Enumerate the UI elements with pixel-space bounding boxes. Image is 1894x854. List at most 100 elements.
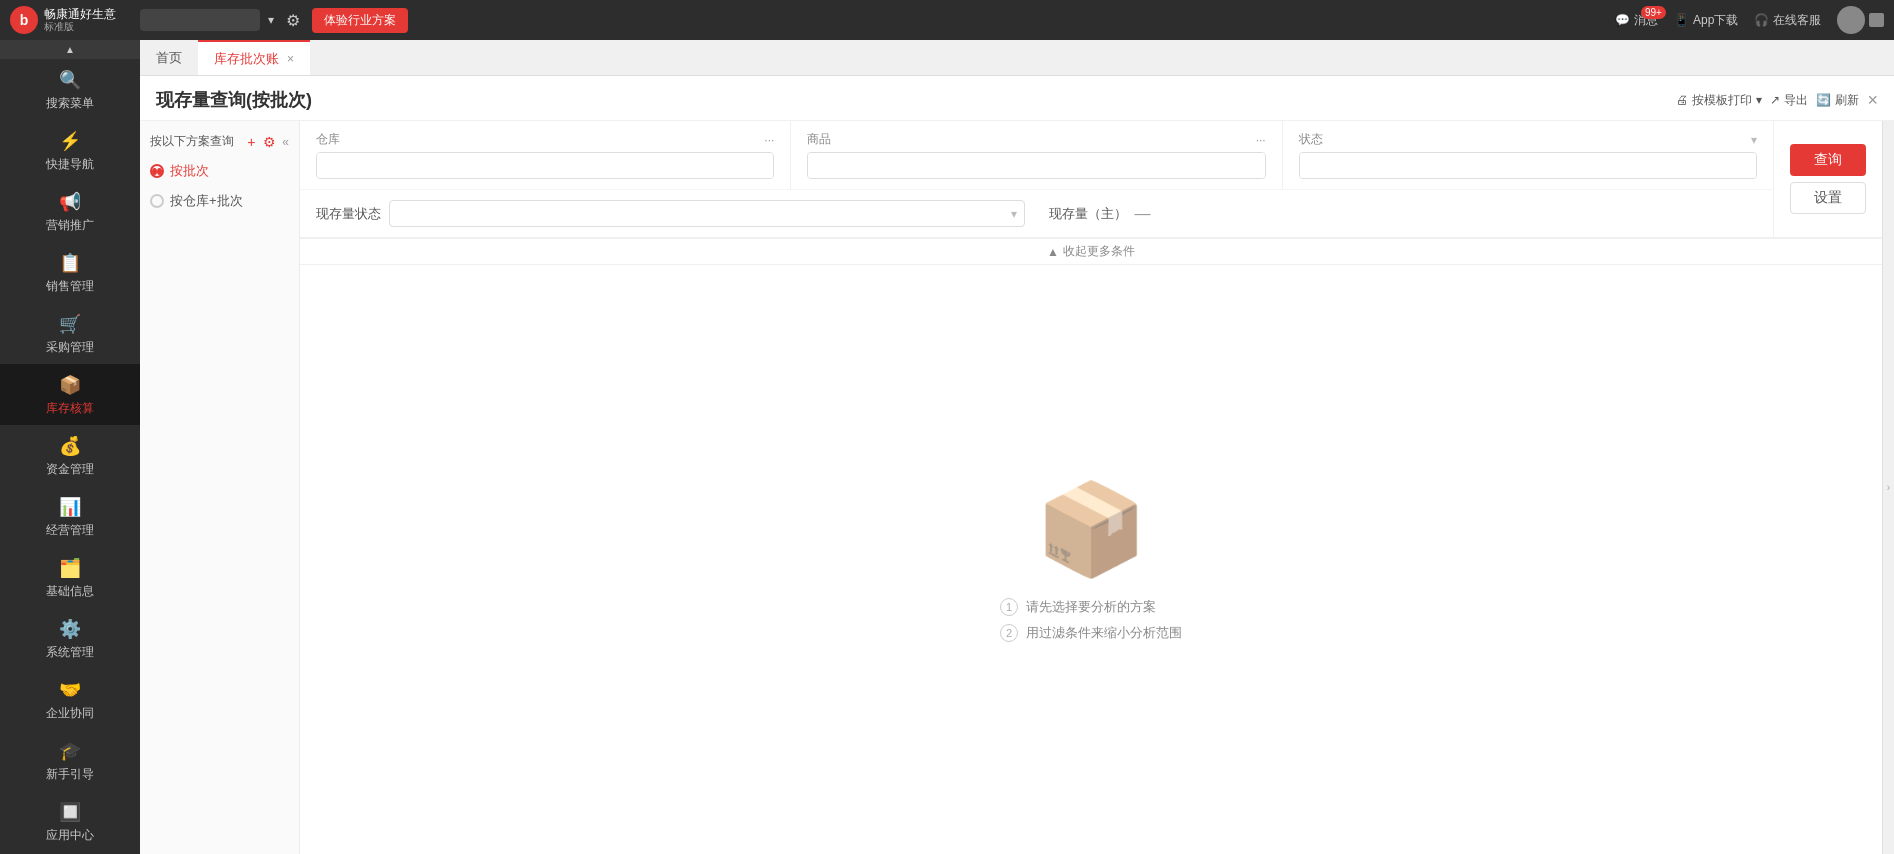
sidebar-label-operation: 经营管理 <box>46 522 94 539</box>
online-service-btn[interactable]: 🎧 在线客服 <box>1754 12 1821 29</box>
operation-icon: 📊 <box>59 496 81 518</box>
tab-home[interactable]: 首页 <box>140 40 198 75</box>
topbar: b 畅康通好生意 标准版 ▾ ⚙ 体验行业方案 💬 消息 99+ 📱 App下载… <box>0 0 1894 40</box>
sidebar-item-sales[interactable]: 📋 销售管理 <box>0 242 140 303</box>
sidebar-item-inventory[interactable]: 📦 库存核算 <box>0 364 140 425</box>
company-name: 畅康通好生意 <box>44 7 116 21</box>
sidebar-item-system[interactable]: ⚙️ 系统管理 <box>0 608 140 669</box>
sidebar-label-basic: 基础信息 <box>46 583 94 600</box>
experience-btn[interactable]: 体验行业方案 <box>312 8 408 33</box>
collapse-row: ▲ 收起更多条件 <box>300 238 1882 264</box>
finance-icon: 💰 <box>59 435 81 457</box>
sidebar-label-system: 系统管理 <box>46 644 94 661</box>
query-option-by-warehouse-batch[interactable]: 按仓库+批次 <box>140 186 299 216</box>
collapse-more-btn[interactable]: ▲ 收起更多条件 <box>1047 243 1135 260</box>
page-header-actions: 🖨 按模板打印 ▾ ↗ 导出 🔄 刷新 × <box>1676 90 1878 111</box>
sidebar-item-finance[interactable]: 💰 资金管理 <box>0 425 140 486</box>
status-input-wrapper[interactable] <box>1299 152 1757 179</box>
sidebar-scroll-up[interactable]: ▲ <box>0 40 140 59</box>
sidebar-label-finance: 资金管理 <box>46 461 94 478</box>
product-input[interactable] <box>808 153 1264 178</box>
sidebar-label-purchase: 采购管理 <box>46 339 94 356</box>
sidebar-label-inventory: 库存核算 <box>46 400 94 417</box>
topbar-search-input[interactable] <box>140 9 260 31</box>
sidebar-label-collab: 企业协同 <box>46 705 94 722</box>
radio-by-warehouse-batch <box>150 194 164 208</box>
sidebar-item-apps[interactable]: 🔲 应用中心 <box>0 791 140 852</box>
sidebar-item-search[interactable]: 🔍 搜索菜单 <box>0 59 140 120</box>
phone-icon: 📱 <box>1674 13 1689 27</box>
company-info: 畅康通好生意 标准版 <box>44 7 116 33</box>
warehouse-more-btn[interactable]: ··· <box>764 133 774 147</box>
user-avatar-area[interactable]: Rit <box>1837 6 1884 34</box>
filter-panel-inner: 仓库 ··· <box>300 121 1882 264</box>
status-dropdown-icon: ▾ <box>1751 133 1757 147</box>
warehouse-input[interactable] <box>317 153 773 178</box>
product-more-btn[interactable]: ··· <box>1256 133 1266 147</box>
inventory-status-select[interactable] <box>389 200 1025 227</box>
print-icon: 🖨 <box>1676 93 1688 107</box>
query-option-by-batch[interactable]: 按批次 <box>140 156 299 186</box>
print-btn[interactable]: 🖨 按模板打印 ▾ <box>1676 92 1762 109</box>
query-sidebar-header: 按以下方案查询 + ⚙ « <box>140 129 299 156</box>
warehouse-input-wrapper[interactable] <box>316 152 774 179</box>
sidebar-item-purchase[interactable]: 🛒 采购管理 <box>0 303 140 364</box>
sidebar-item-guide[interactable]: 🎓 新手引导 <box>0 730 140 791</box>
sidebar: ▲ 🔍 搜索菜单 ⚡ 快捷导航 📢 营销推广 📋 销售管理 🛒 采购管理 📦 库… <box>0 40 140 854</box>
sidebar-item-operation[interactable]: 📊 经营管理 <box>0 486 140 547</box>
empty-step-2: 2 用过滤条件来缩小分析范围 <box>1000 624 1182 642</box>
marketing-icon: 📢 <box>59 191 81 213</box>
print-dropdown-icon: ▾ <box>1756 93 1762 107</box>
messages-badge: 99+ <box>1641 6 1666 19</box>
quantity-label: 现存量（主） <box>1049 205 1127 223</box>
radio-by-batch <box>150 164 164 178</box>
query-btn[interactable]: 查询 <box>1790 144 1866 176</box>
inventory-icon: 📦 <box>59 374 81 396</box>
close-panel-btn[interactable]: × <box>1867 90 1878 111</box>
sidebar-item-collab[interactable]: 🤝 企业协同 <box>0 669 140 730</box>
sidebar-label-apps: 应用中心 <box>46 827 94 844</box>
sidebar-item-quicknav[interactable]: ⚡ 快捷导航 <box>0 120 140 181</box>
scheme-collapse-btn[interactable]: « <box>282 134 289 150</box>
sidebar-item-basic[interactable]: 🗂️ 基础信息 <box>0 547 140 608</box>
chevron-up-icon: ▲ <box>1047 245 1059 259</box>
status-input[interactable] <box>1300 153 1756 178</box>
query-sidebar-title: 按以下方案查询 <box>150 133 234 150</box>
main-layout: ▲ 🔍 搜索菜单 ⚡ 快捷导航 📢 营销推广 📋 销售管理 🛒 采购管理 📦 库… <box>0 40 1894 854</box>
empty-step-1: 1 请先选择要分析的方案 <box>1000 598 1182 616</box>
panel-toggle-icon: › <box>1887 482 1890 493</box>
guide-icon: 🎓 <box>59 740 81 762</box>
sidebar-item-marketing[interactable]: 📢 营销推广 <box>0 181 140 242</box>
step-1-text: 请先选择要分析的方案 <box>1026 598 1156 616</box>
settings-btn[interactable]: 设置 <box>1790 182 1866 214</box>
page-title: 现存量查询(按批次) <box>156 88 312 112</box>
topbar-gear-btn[interactable]: ⚙ <box>282 11 304 30</box>
refresh-btn[interactable]: 🔄 刷新 <box>1816 92 1859 109</box>
message-icon: 💬 <box>1615 13 1630 27</box>
query-option-by-warehouse-batch-label: 按仓库+批次 <box>170 192 243 210</box>
warehouse-label: 仓库 <box>316 131 340 148</box>
filter-panel: 仓库 ··· <box>300 121 1882 265</box>
product-input-wrapper[interactable] <box>807 152 1265 179</box>
empty-steps: 1 请先选择要分析的方案 2 用过滤条件来缩小分析范围 <box>1000 598 1182 642</box>
export-btn[interactable]: ↗ 导出 <box>1770 92 1808 109</box>
scheme-settings-btn[interactable]: ⚙ <box>261 134 278 150</box>
collab-icon: 🤝 <box>59 679 81 701</box>
tab-close-icon[interactable]: × <box>287 52 294 66</box>
product-label: 商品 <box>807 131 831 148</box>
empty-state: 📦 1 请先选择要分析的方案 2 用过滤条件来缩小分析范围 <box>300 265 1882 854</box>
avatar <box>1837 6 1865 34</box>
tab-home-label: 首页 <box>156 49 182 67</box>
right-panel-toggle[interactable]: › <box>1882 121 1894 854</box>
sidebar-label-search: 搜索菜单 <box>46 95 94 112</box>
status-label: 状态 <box>1299 131 1323 148</box>
tab-inventory-batch[interactable]: 库存批次账 × <box>198 40 310 75</box>
sidebar-label-sales: 销售管理 <box>46 278 94 295</box>
topbar-right: 💬 消息 99+ 📱 App下载 🎧 在线客服 Rit <box>1615 6 1884 34</box>
messages-btn[interactable]: 💬 消息 99+ <box>1615 12 1658 29</box>
add-scheme-btn[interactable]: + <box>245 134 257 150</box>
topbar-dropdown-btn[interactable]: ▾ <box>268 13 274 27</box>
page-content: 现存量查询(按批次) 🖨 按模板打印 ▾ ↗ 导出 🔄 刷新 <box>140 76 1894 854</box>
system-icon: ⚙️ <box>59 618 81 640</box>
app-download-btn[interactable]: 📱 App下载 <box>1674 12 1738 29</box>
